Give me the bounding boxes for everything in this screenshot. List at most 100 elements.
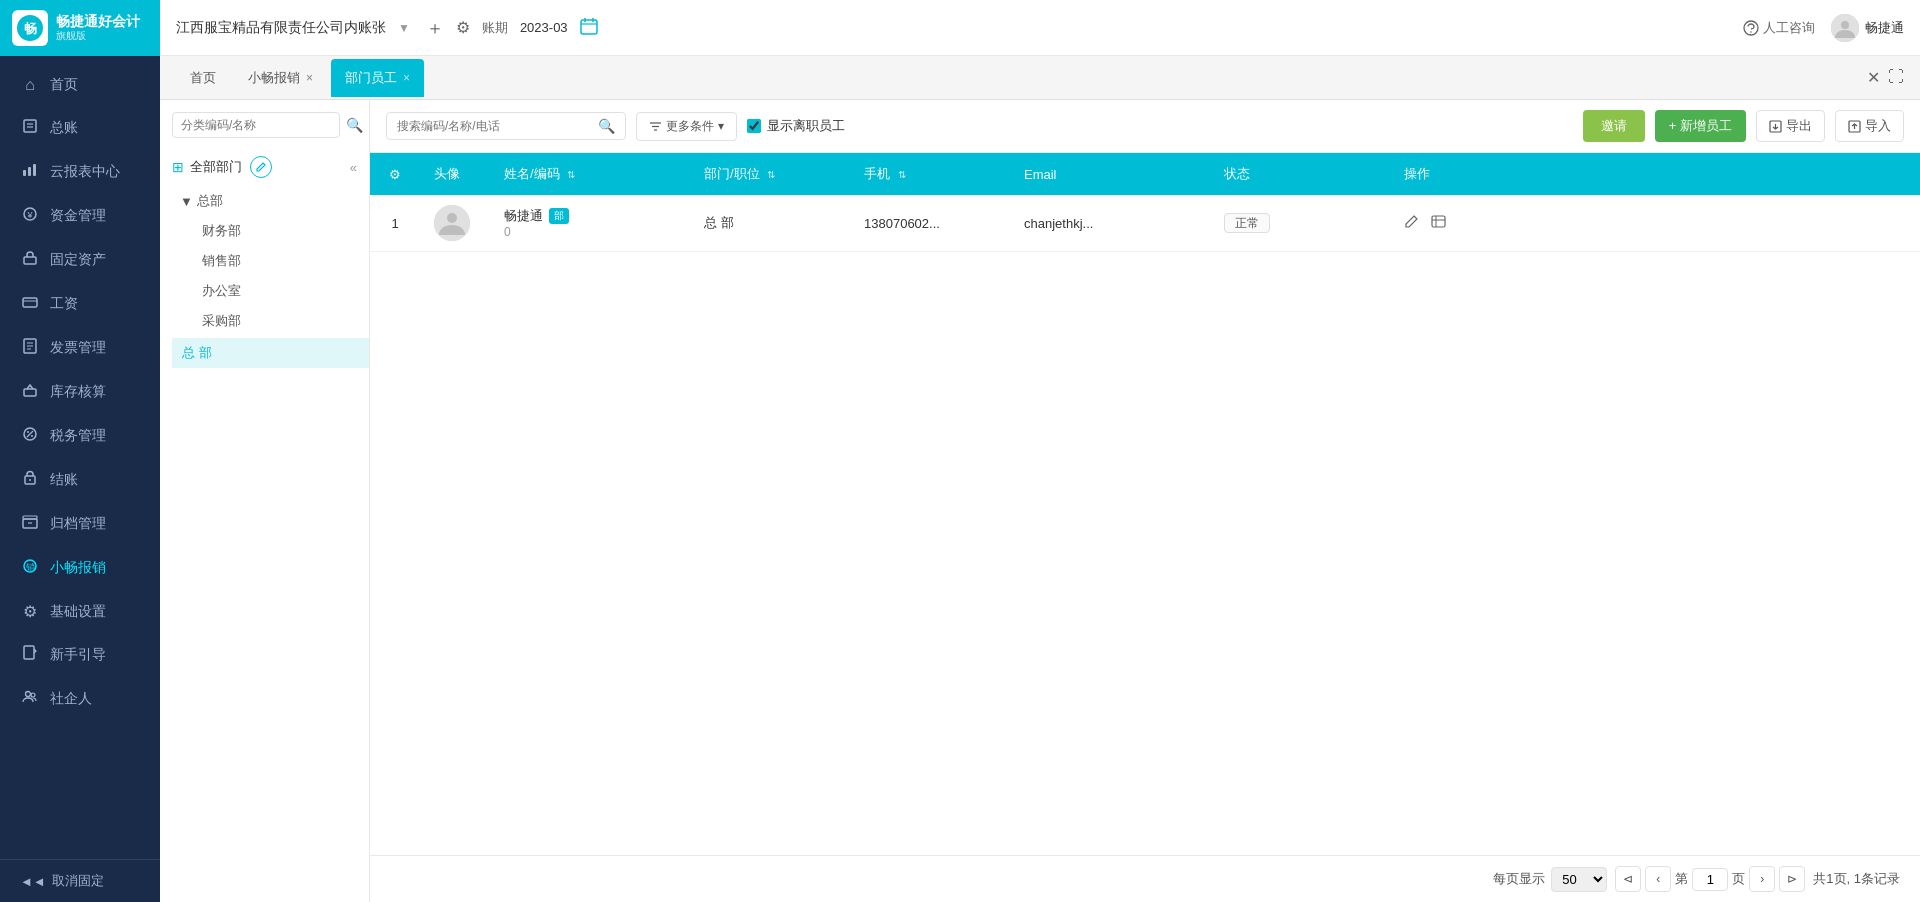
page-number-input[interactable] xyxy=(1692,868,1728,891)
employee-dept: 总 部 xyxy=(704,215,734,230)
company-settings-icon[interactable]: ⚙ xyxy=(456,18,470,37)
company-dropdown-arrow[interactable]: ▼ xyxy=(398,21,410,35)
sidebar-item-label: 结账 xyxy=(50,471,78,489)
show-resigned-checkbox[interactable] xyxy=(747,119,761,133)
sidebar-item-invoice[interactable]: 发票管理 xyxy=(0,326,160,370)
col-name[interactable]: 姓名/编码 ⇅ xyxy=(490,153,690,195)
main-search-icon[interactable]: 🔍 xyxy=(598,118,615,134)
more-filter-label: 更多条件 xyxy=(666,118,714,135)
export-button[interactable]: 导出 xyxy=(1756,110,1825,142)
tab-expand-icon[interactable]: ⛶ xyxy=(1888,68,1904,87)
dept-search-input[interactable] xyxy=(172,112,340,138)
employee-dept-badge: 部 xyxy=(549,208,569,224)
svg-rect-29 xyxy=(24,646,34,659)
dept-child-office[interactable]: 办公室 xyxy=(192,276,369,306)
dept-collapse-icon[interactable]: « xyxy=(350,160,357,175)
sidebar-item-home[interactable]: ⌂ 首页 xyxy=(0,64,160,106)
svg-rect-11 xyxy=(23,298,37,307)
sidebar-item-ledger[interactable]: 总账 xyxy=(0,106,160,150)
col-settings[interactable]: ⚙ xyxy=(370,153,420,195)
svg-rect-10 xyxy=(24,257,36,264)
employee-phone: 138070602... xyxy=(864,216,940,231)
sidebar-item-label: 总账 xyxy=(50,119,78,137)
dept-child-sales[interactable]: 销售部 xyxy=(192,246,369,276)
sidebar-item-reports[interactable]: 云报表中心 xyxy=(0,150,160,194)
svg-rect-7 xyxy=(33,164,36,176)
dept-search-area: 🔍 xyxy=(160,112,369,138)
all-departments[interactable]: ⊞ 全部部门 « xyxy=(160,148,369,186)
col-avatar: 头像 xyxy=(420,153,490,195)
total-records-label: 共1页, 1条记录 xyxy=(1813,870,1900,888)
tab-home[interactable]: 首页 xyxy=(176,59,230,97)
calendar-icon[interactable] xyxy=(580,17,598,39)
col-phone[interactable]: 手机 ⇅ xyxy=(850,153,1010,195)
company-name: 江西服宝精品有限责任公司内账张 xyxy=(176,19,386,37)
employee-name-row: 畅捷通 部 xyxy=(504,207,676,225)
next-page-button[interactable]: › xyxy=(1749,866,1775,892)
sidebar-item-partner[interactable]: 社企人 xyxy=(0,677,160,721)
main-search-input[interactable] xyxy=(397,119,592,133)
main-area: 江西服宝精品有限责任公司内账张 ▼ ＋ ⚙ 账期 2023-03 人工咨询 畅捷… xyxy=(160,0,1920,902)
sidebar-item-tax[interactable]: 税务管理 xyxy=(0,414,160,458)
tab-xiaochang-close[interactable]: × xyxy=(306,71,313,85)
more-filter-button[interactable]: 更多条件 ▾ xyxy=(636,112,737,141)
logo-icon: 畅 xyxy=(12,10,48,46)
tab-xiaochang[interactable]: 小畅报销 × xyxy=(234,59,327,97)
row-phone-cell: 138070602... xyxy=(850,195,1010,252)
show-resigned-checkbox-label[interactable]: 显示离职员工 xyxy=(747,117,845,135)
col-actions: 操作 xyxy=(1390,153,1920,195)
support-button[interactable]: 人工咨询 xyxy=(1743,19,1815,37)
table-body: 1 畅捷通 部 0 xyxy=(370,195,1920,252)
dept-child-headquarters-active[interactable]: 总 部 xyxy=(172,338,369,368)
svg-point-31 xyxy=(31,693,35,697)
add-employee-button[interactable]: + 新增员工 xyxy=(1655,110,1746,142)
col-email: Email xyxy=(1010,153,1210,195)
svg-rect-6 xyxy=(28,167,31,176)
toolbar: 🔍 更多条件 ▾ 显示离职员工 邀请 + 新增员工 导出 xyxy=(370,100,1920,153)
more-employee-button[interactable] xyxy=(1431,214,1446,232)
sidebar-item-salary[interactable]: 工资 xyxy=(0,282,160,326)
sidebar-item-close-accounts[interactable]: 结账 xyxy=(0,458,160,502)
row-actions-cell xyxy=(1390,195,1920,252)
svg-point-20 xyxy=(27,431,29,433)
svg-text:¥: ¥ xyxy=(26,210,33,220)
sidebar-item-inventory[interactable]: 库存核算 xyxy=(0,370,160,414)
dept-child-purchase[interactable]: 采购部 xyxy=(192,306,369,336)
invoice-icon xyxy=(20,338,40,358)
guide-icon xyxy=(20,645,40,665)
tab-dept-employee[interactable]: 部门员工 × xyxy=(331,59,424,97)
user-menu[interactable]: 畅捷通 xyxy=(1831,14,1904,42)
last-page-button[interactable]: ⊳ xyxy=(1779,866,1805,892)
dept-child-finance[interactable]: 财务部 xyxy=(192,216,369,246)
dept-tree: ▼ 总部 财务部 销售部 办公室 采购部 总 部 xyxy=(160,186,369,368)
sidebar-item-guide[interactable]: 新手引导 xyxy=(0,633,160,677)
cancel-fixed-button[interactable]: ◄◄ 取消固定 xyxy=(0,859,160,902)
filter-dropdown-icon: ▾ xyxy=(718,119,724,133)
first-page-button[interactable]: ⊲ xyxy=(1615,866,1641,892)
per-page-select[interactable]: 10 20 50 100 xyxy=(1551,867,1607,892)
username-label: 畅捷通 xyxy=(1865,19,1904,37)
salary-icon xyxy=(20,294,40,314)
dept-search-icon[interactable]: 🔍 xyxy=(346,117,363,133)
topbar: 江西服宝精品有限责任公司内账张 ▼ ＋ ⚙ 账期 2023-03 人工咨询 畅捷… xyxy=(160,0,1920,56)
sidebar-item-fixed-assets[interactable]: 固定资产 xyxy=(0,238,160,282)
col-dept[interactable]: 部门/职位 ⇅ xyxy=(690,153,850,195)
sidebar-item-funds[interactable]: ¥ 资金管理 xyxy=(0,194,160,238)
tab-close-all-icon[interactable]: ✕ xyxy=(1867,68,1880,87)
app-edition: 旗舰版 xyxy=(56,29,140,43)
import-button[interactable]: 导入 xyxy=(1835,110,1904,142)
dept-edit-button[interactable] xyxy=(250,156,272,178)
edit-employee-button[interactable] xyxy=(1404,214,1419,232)
sidebar-item-settings[interactable]: ⚙ 基础设置 xyxy=(0,590,160,633)
page-navigation: ⊲ ‹ 第 页 › ⊳ xyxy=(1615,866,1805,892)
tab-dept-employee-close[interactable]: × xyxy=(403,71,410,85)
svg-point-21 xyxy=(31,435,33,437)
sidebar-item-xiaochang[interactable]: 销 小畅报销 xyxy=(0,546,160,590)
sidebar-item-label: 云报表中心 xyxy=(50,163,120,181)
invite-button[interactable]: 邀请 xyxy=(1583,110,1645,142)
prev-page-button[interactable]: ‹ xyxy=(1645,866,1671,892)
sidebar-item-label: 发票管理 xyxy=(50,339,106,357)
sidebar-item-archive[interactable]: 归档管理 xyxy=(0,502,160,546)
dept-group-headquarters-name[interactable]: ▼ 总部 xyxy=(172,186,369,216)
add-company-button[interactable]: ＋ xyxy=(426,16,444,40)
